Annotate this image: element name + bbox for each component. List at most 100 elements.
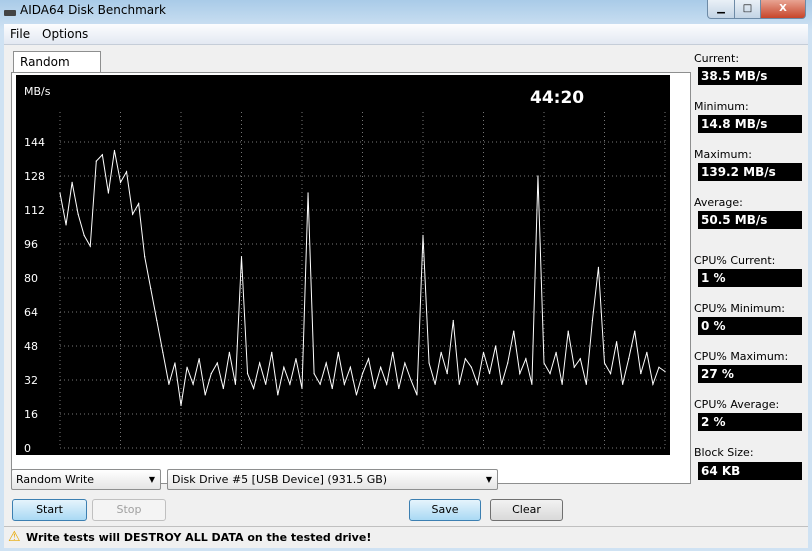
data-point [289, 383, 291, 385]
data-point [525, 358, 527, 360]
data-point [446, 373, 448, 375]
data-point [652, 383, 654, 385]
data-point [186, 366, 188, 368]
status-bar: ⚠ Write tests will DESTROY ALL DATA on t… [4, 526, 808, 548]
data-point [180, 404, 182, 407]
data-point [295, 358, 297, 360]
data-point [95, 160, 97, 162]
window-title: AIDA64 Disk Benchmark [20, 3, 167, 17]
stat-label: CPU% Minimum: [694, 302, 785, 315]
data-point [609, 373, 612, 375]
data-point [319, 383, 321, 385]
data-point [277, 394, 279, 396]
stat-label: CPU% Average: [694, 398, 780, 411]
clear-button[interactable]: Clear [490, 499, 563, 521]
drive-select[interactable]: Disk Drive #5 [USB Device] (931.5 GB) ▼ [167, 469, 498, 490]
stat-value: 1 % [698, 269, 802, 287]
stat-value: 14.8 MB/s [698, 115, 802, 133]
y-tick-label: 32 [24, 374, 38, 387]
data-point [434, 383, 436, 385]
stat-label: Current: [694, 52, 740, 65]
close-button[interactable]: X [760, 0, 806, 19]
data-point [349, 366, 351, 368]
data-point [658, 366, 660, 368]
data-point [398, 387, 400, 390]
data-point [253, 387, 255, 390]
data-point [476, 383, 479, 385]
data-point [416, 394, 418, 396]
data-point [555, 351, 557, 353]
data-point [355, 394, 358, 396]
data-point [543, 362, 545, 364]
status-text: Write tests will DESTROY ALL DATA on the… [26, 531, 372, 544]
data-point [325, 362, 327, 364]
data-point [222, 387, 224, 390]
chevron-down-icon: ▼ [148, 475, 155, 484]
data-point [470, 366, 472, 368]
y-tick-label: 0 [24, 442, 31, 455]
stat-label: Maximum: [694, 148, 752, 161]
data-point [83, 234, 85, 237]
data-point [495, 345, 497, 347]
data-point [561, 383, 563, 385]
data-point [343, 383, 345, 385]
data-point [162, 351, 164, 353]
data-point [228, 351, 230, 353]
maximize-button[interactable]: □ [734, 0, 761, 19]
stat-value: 139.2 MB/s [698, 163, 802, 181]
data-point [573, 366, 575, 368]
data-point [380, 366, 382, 368]
data-point [71, 181, 73, 183]
data-point [367, 358, 370, 360]
y-tick-label: 144 [24, 136, 45, 149]
data-point [192, 383, 194, 385]
tab-random-write[interactable]: Random Write [13, 51, 101, 89]
data-point [386, 383, 388, 385]
data-point [501, 383, 503, 385]
data-point [361, 373, 364, 375]
timer: 44:20 [530, 88, 584, 108]
data-point [246, 373, 249, 375]
disk-icon [4, 10, 16, 16]
data-point [585, 383, 587, 385]
data-point [422, 234, 424, 237]
warning-icon: ⚠ [8, 529, 21, 545]
stat-label: Block Size: [694, 446, 754, 459]
data-point [513, 330, 515, 332]
data-point [313, 373, 315, 375]
data-point [150, 288, 152, 290]
data-point [464, 358, 466, 360]
y-tick-label: 96 [24, 238, 38, 251]
test-select[interactable]: Random Write ▼ [11, 469, 161, 490]
data-point [404, 362, 406, 364]
data-point [168, 383, 170, 385]
data-point [597, 266, 600, 268]
data-point [392, 351, 394, 353]
data-point [59, 192, 61, 194]
data-point [265, 383, 267, 385]
y-tick-label: 128 [24, 170, 45, 183]
data-point [640, 373, 642, 375]
stop-button[interactable]: Stop [92, 499, 166, 521]
y-tick-label: 80 [24, 272, 38, 285]
data-point [138, 203, 140, 205]
minimize-button[interactable]: ▁ [707, 0, 735, 19]
data-point [119, 181, 122, 183]
menu-file[interactable]: File [10, 27, 30, 41]
data-point [664, 370, 666, 373]
data-point [567, 330, 569, 332]
data-point [622, 383, 624, 385]
menu-bar: File Options [4, 24, 808, 45]
data-point [259, 362, 261, 364]
data-point [591, 319, 594, 322]
data-point [374, 387, 376, 390]
data-point [125, 171, 128, 173]
data-point [174, 362, 176, 364]
data-point [634, 330, 636, 332]
save-button[interactable]: Save [409, 499, 481, 521]
data-point [507, 362, 509, 364]
test-select-value: Random Write [16, 473, 95, 486]
y-axis-label: MB/s [24, 85, 51, 98]
menu-options[interactable]: Options [42, 27, 88, 41]
start-button[interactable]: Start [12, 499, 87, 521]
